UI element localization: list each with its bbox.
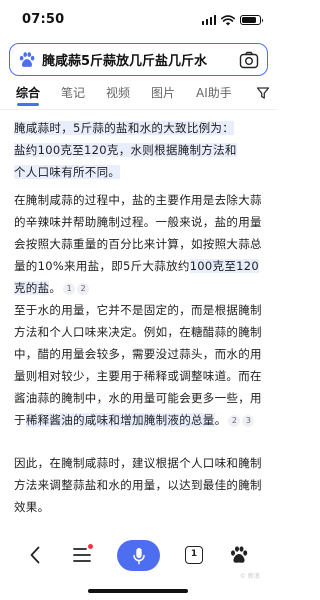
notification-dot bbox=[88, 544, 93, 549]
answer-paragraph-salt: 在腌制咸蒜的过程中，盐的主要作用是去除大蒜的辛辣味并帮助腌制过程。一般来说，盐的… bbox=[14, 189, 268, 299]
status-icons bbox=[201, 14, 263, 26]
status-bar: 07:50 bbox=[0, 0, 277, 42]
home-indicator[interactable] bbox=[88, 589, 188, 593]
summary-line: 个人口味有所不同。 bbox=[14, 165, 121, 179]
baidu-paw-icon bbox=[19, 51, 35, 67]
active-tab-indicator bbox=[17, 103, 39, 106]
watermark: © 新浪 bbox=[240, 573, 260, 580]
battery-icon bbox=[240, 15, 263, 25]
camera-icon[interactable] bbox=[239, 51, 259, 69]
status-time: 07:50 bbox=[22, 12, 65, 27]
paragraph-text: 因此，在腌制咸蒜时，建议根据个人口味和腌制方法来调整蒜盐和水的用量，以达到最佳的… bbox=[14, 456, 262, 514]
battery-level bbox=[242, 17, 257, 23]
summary-line: 腌咸蒜时，5斤蒜的盐和水的大致比例为： bbox=[14, 121, 235, 135]
tab-videos[interactable]: 视频 bbox=[106, 84, 130, 101]
answer-paragraph-conclusion: 因此，在腌制咸蒜时，建议根据个人口味和腌制方法来调整蒜盐和水的用量，以达到最佳的… bbox=[14, 452, 268, 518]
tab-images[interactable]: 图片 bbox=[151, 84, 175, 101]
citation-badge[interactable]: 1 bbox=[63, 283, 76, 295]
voice-search-button[interactable] bbox=[117, 540, 160, 571]
citation-badge[interactable]: 2 bbox=[77, 283, 90, 295]
highlight-text: 稀释酱油的咸味和增加腌制液的总量 bbox=[25, 413, 215, 427]
microphone-icon bbox=[132, 547, 145, 564]
baidu-home-icon[interactable] bbox=[229, 545, 249, 565]
paragraph-text: 至于水的用量，它并不是固定的，而是根据腌制方法和个人口味来决定。例如，在糖醋蒜的… bbox=[14, 303, 262, 427]
wifi-icon bbox=[221, 14, 235, 25]
tab-comprehensive[interactable]: 综合 bbox=[16, 84, 40, 101]
bottom-toolbar: 1 bbox=[0, 535, 277, 577]
answer-paragraph-water: 至于水的用量，它并不是固定的，而是根据腌制方法和个人口味来决定。例如，在糖醋蒜的… bbox=[14, 299, 268, 431]
tab-ai-assistant[interactable]: AI助手 bbox=[196, 84, 232, 101]
page-count-button[interactable]: 1 bbox=[185, 546, 203, 564]
summary-line: 盐约100克至120克，水则根据腌制方法和 bbox=[14, 143, 237, 157]
paragraph-end: 。 bbox=[49, 281, 62, 295]
citation-badge[interactable]: 2 bbox=[228, 415, 241, 427]
search-input[interactable]: 腌咸蒜5斤蒜放几斤盐几斤水 bbox=[42, 50, 235, 69]
cellular-signal-icon bbox=[201, 15, 216, 25]
tab-notes[interactable]: 笔记 bbox=[61, 84, 85, 101]
citation-badge[interactable]: 3 bbox=[242, 415, 255, 427]
filter-icon[interactable] bbox=[256, 86, 270, 100]
tab-divider bbox=[0, 109, 277, 110]
search-box[interactable]: 腌咸蒜5斤蒜放几斤盐几斤水 bbox=[9, 43, 268, 76]
paragraph-end: 。 bbox=[214, 413, 227, 427]
answer-summary: 腌咸蒜时，5斤蒜的盐和水的大致比例为： 盐约100克至120克，水则根据腌制方法… bbox=[14, 117, 268, 183]
back-arrow-icon[interactable] bbox=[28, 545, 42, 565]
